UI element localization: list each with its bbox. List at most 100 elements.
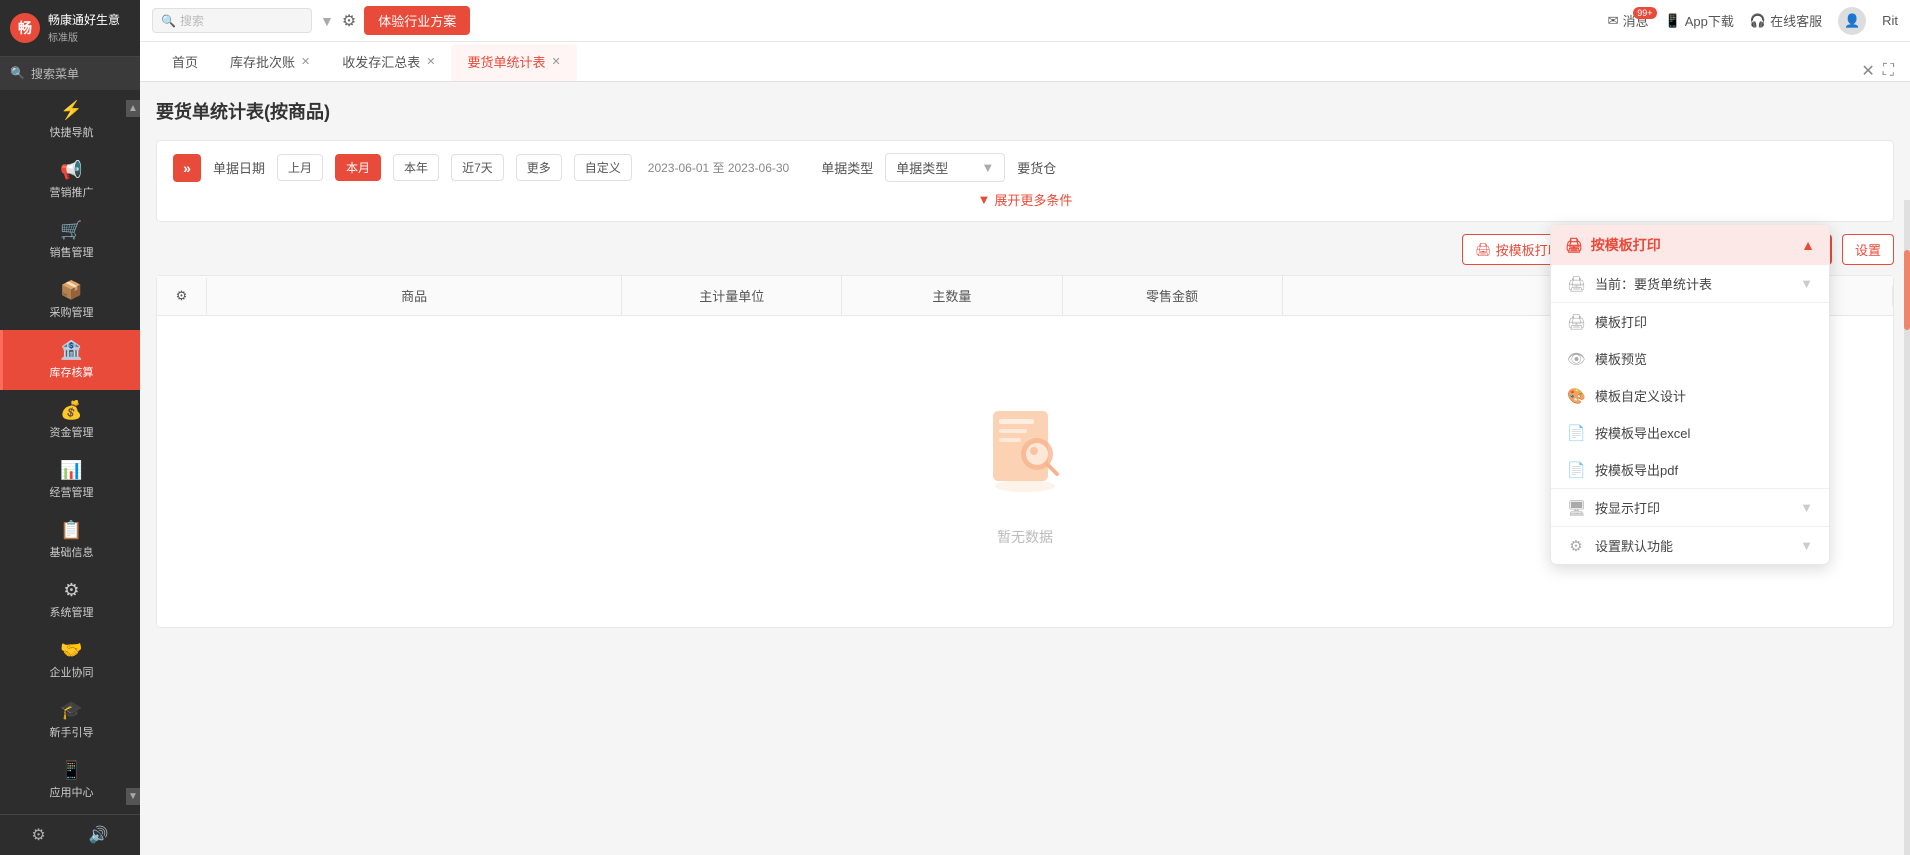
- sidebar-item-basic[interactable]: 📋 基础信息: [0, 510, 140, 570]
- tab-collect-summary[interactable]: 收发存汇总表 ✕: [326, 44, 451, 81]
- date-filter-label: 单据日期: [213, 158, 265, 177]
- tab-batch-account-close[interactable]: ✕: [301, 55, 310, 68]
- tab-collect-summary-label: 收发存汇总表: [342, 52, 420, 71]
- sound-bottom-icon[interactable]: 🔊: [89, 825, 109, 845]
- tab-order-stats-label: 要货单统计表: [467, 52, 545, 71]
- chevron-right-icon: »: [183, 160, 191, 176]
- filter-row-1: » 单据日期 上月 本月 本年 近7天 更多 自定义 2023-06-01 至 …: [173, 153, 1877, 182]
- export-excel-icon: 📄: [1567, 424, 1585, 442]
- sidebar-item-marketing[interactable]: 📢 营销推广: [0, 150, 140, 210]
- inventory-icon: 🏦: [60, 340, 82, 361]
- dropdown-close-chevron[interactable]: ▲: [1801, 237, 1815, 253]
- date-btn-custom[interactable]: 自定义: [574, 154, 632, 181]
- tab-collect-summary-close[interactable]: ✕: [426, 55, 435, 68]
- dropdown-header: 🖨 按模板打印 ▲: [1551, 225, 1829, 265]
- filter-expand-icon[interactable]: »: [173, 154, 201, 182]
- user-avatar[interactable]: 👤: [1838, 7, 1866, 35]
- expand-icon: ▼: [978, 192, 991, 207]
- settings-bottom-icon[interactable]: ⚙: [31, 825, 45, 845]
- sidebar-item-sales[interactable]: 🛒 销售管理: [0, 210, 140, 270]
- dropdown-default-func-section: ⚙ 设置默认功能 ▼: [1551, 527, 1829, 564]
- goods-filter-label: 要货仓: [1017, 158, 1056, 177]
- sidebar-item-label-purchase: 采购管理: [50, 304, 94, 320]
- col-setting[interactable]: ⚙: [157, 278, 207, 314]
- topbar-search-placeholder: 搜索: [180, 12, 204, 29]
- sidebar-item-label-quick-nav: 快捷导航: [50, 124, 94, 140]
- dropdown-current-section: 🖨 当前：要货单统计表 ▼: [1551, 265, 1829, 303]
- tab-order-stats[interactable]: 要货单统计表 ✕: [451, 44, 576, 81]
- right-scrollbar[interactable]: [1904, 200, 1910, 855]
- dropdown-current-item[interactable]: 🖨 当前：要货单统计表 ▼: [1551, 265, 1829, 302]
- sidebar-search-label: 搜索菜单: [31, 65, 79, 82]
- marketing-icon: 📢: [60, 160, 82, 181]
- dropdown-export-excel[interactable]: 📄 按模板导出excel: [1551, 414, 1829, 451]
- default-func-label: 设置默认功能: [1595, 536, 1673, 555]
- template-design-icon: 🎨: [1567, 387, 1585, 405]
- dropdown-template-preview[interactable]: 👁 模板预览: [1551, 340, 1829, 377]
- online-service-label: 在线客服: [1770, 11, 1822, 30]
- display-print-arrow: ▼: [1800, 500, 1813, 515]
- date-btn-current[interactable]: 本月: [335, 154, 381, 181]
- sidebar-scroll-up[interactable]: ▲: [126, 100, 140, 117]
- sidebar-item-purchase[interactable]: 📦 采购管理: [0, 270, 140, 330]
- settings-btn-label: 设置: [1855, 240, 1881, 259]
- date-btn-more[interactable]: 更多: [516, 154, 562, 181]
- type-filter-label: 单据类型: [821, 158, 873, 177]
- export-pdf-label: 按模板导出pdf: [1595, 460, 1678, 479]
- sidebar-item-inventory[interactable]: 🏦 库存核算: [0, 330, 140, 390]
- settings-btn[interactable]: 设置: [1842, 234, 1894, 265]
- sidebar-item-system[interactable]: ⚙ 系统管理: [0, 570, 140, 630]
- window-close-btn[interactable]: ✕: [1861, 61, 1874, 81]
- tab-home-label: 首页: [172, 52, 198, 71]
- col-amount: 零售金额: [1063, 276, 1283, 315]
- type-select-chevron: ▼: [981, 160, 994, 175]
- topbar-dropdown-arrow[interactable]: ▼: [320, 13, 334, 29]
- content-area: 要货单统计表(按商品) » 单据日期 上月 本月 本年 近7天 更多 自定义 2…: [140, 82, 1910, 855]
- trial-button[interactable]: 体验行业方案: [364, 6, 470, 35]
- filter-expand-row: ▼ 展开更多条件: [173, 190, 1877, 209]
- tab-home[interactable]: 首页: [156, 44, 214, 81]
- display-print-icon: 🖥: [1567, 499, 1585, 517]
- online-service-btn[interactable]: 🎧 在线客服: [1750, 11, 1822, 30]
- dropdown-display-print[interactable]: 🖥 按显示打印 ▼: [1551, 489, 1829, 526]
- dropdown-template-print[interactable]: 🖨 模板打印: [1551, 303, 1829, 340]
- topbar-search-box[interactable]: 🔍 搜索: [152, 8, 312, 33]
- dropdown-export-pdf[interactable]: 📄 按模板导出pdf: [1551, 451, 1829, 488]
- date-btn-prev[interactable]: 上月: [277, 154, 323, 181]
- type-filter-select[interactable]: 单据类型 ▼: [885, 153, 1005, 182]
- window-expand-btn[interactable]: ⛶: [1883, 62, 1894, 80]
- basic-icon: 📋: [60, 520, 82, 541]
- type-select-placeholder: 单据类型: [896, 158, 948, 177]
- export-excel-label: 按模板导出excel: [1595, 423, 1690, 442]
- sidebar-item-label-inventory: 库存核算: [50, 364, 94, 380]
- page-title: 要货单统计表(按商品): [156, 98, 1894, 124]
- messages-badge[interactable]: ✉ 消息 99+: [1608, 11, 1649, 30]
- date-btn-year[interactable]: 本年: [393, 154, 439, 181]
- expand-more-btn[interactable]: ▼ 展开更多条件: [978, 190, 1073, 209]
- sidebar-scroll-down[interactable]: ▼: [126, 788, 140, 805]
- dropdown-default-func[interactable]: ⚙ 设置默认功能 ▼: [1551, 527, 1829, 564]
- dropdown-template-design[interactable]: 🎨 模板自定义设计: [1551, 377, 1829, 414]
- scrollbar-thumb[interactable]: [1904, 250, 1910, 330]
- tab-order-stats-close[interactable]: ✕: [552, 55, 561, 68]
- message-icon: ✉: [1608, 13, 1619, 29]
- sidebar-item-guide[interactable]: 🎓 新手引导: [0, 690, 140, 750]
- sidebar-item-operation[interactable]: 📊 经营管理: [0, 450, 140, 510]
- sidebar-item-label-system: 系统管理: [50, 604, 94, 620]
- filter-bar: » 单据日期 上月 本月 本年 近7天 更多 自定义 2023-06-01 至 …: [156, 140, 1894, 222]
- sidebar-search[interactable]: 🔍 搜索菜单: [0, 57, 140, 90]
- tab-batch-account[interactable]: 库存批次账 ✕: [214, 44, 326, 81]
- date-btn-7days[interactable]: 近7天: [451, 154, 504, 181]
- app-download-btn[interactable]: 📱 App下载: [1665, 11, 1734, 30]
- sidebar-item-quick-nav[interactable]: ⚡ 快捷导航: [0, 90, 140, 150]
- topbar-gear-icon[interactable]: ⚙: [342, 11, 356, 31]
- topbar: 🔍 搜索 ▼ ⚙ 体验行业方案 ✉ 消息 99+ 📱 App下载 🎧 在线客服 …: [140, 0, 1910, 42]
- dropdown-print-icon: 🖨: [1565, 237, 1583, 254]
- sidebar-item-label-operation: 经营管理: [50, 484, 94, 500]
- template-preview-label: 模板预览: [1595, 349, 1647, 368]
- search-icon: 🔍: [10, 66, 25, 80]
- sidebar-item-corp[interactable]: 🤝 企业协同: [0, 630, 140, 690]
- sidebar-item-appstore[interactable]: 📱 应用中心: [0, 750, 140, 810]
- username-label[interactable]: Rit: [1882, 13, 1898, 28]
- sidebar-item-finance[interactable]: 💰 资金管理: [0, 390, 140, 450]
